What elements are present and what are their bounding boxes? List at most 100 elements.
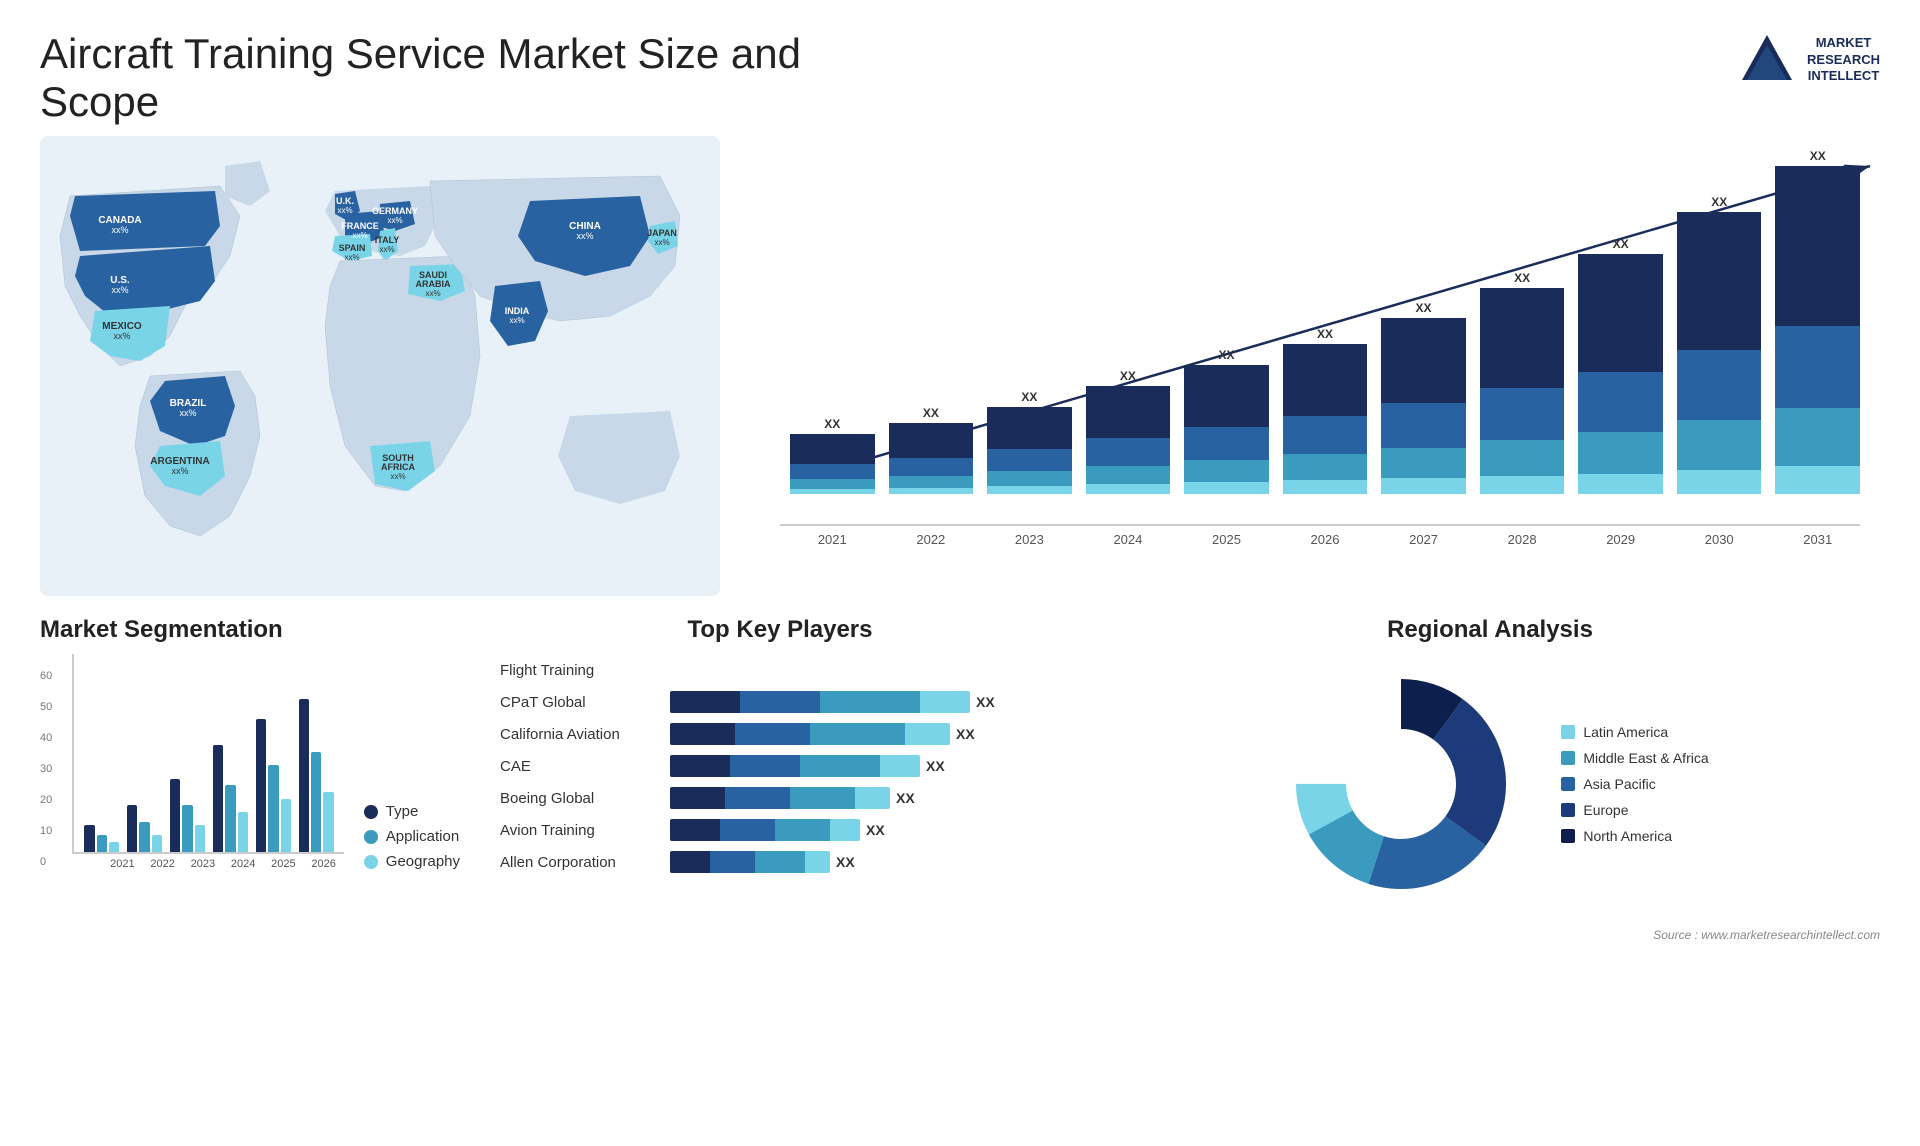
svg-text:AFRICA: AFRICA (381, 462, 415, 472)
app-dot (364, 830, 378, 844)
seg-group-2023 (170, 779, 205, 852)
year-label-2021: 2021 (790, 532, 875, 547)
svg-text:U.K.: U.K. (336, 196, 354, 206)
player-xx: XX (956, 726, 975, 742)
player-xx: XX (866, 822, 885, 838)
svg-text:xx%: xx% (390, 472, 405, 481)
svg-text:xx%: xx% (344, 253, 359, 262)
svg-text:xx%: xx% (387, 216, 402, 225)
legend-north-america: North America (1561, 828, 1708, 844)
segmentation-panel: Market Segmentation 60 50 40 30 20 10 0 (40, 616, 460, 914)
legend-europe: Europe (1561, 802, 1708, 818)
bar-group-2031: XX (1775, 149, 1860, 494)
bar-stack (790, 434, 875, 494)
seg-bars (72, 654, 344, 854)
year-label-2029: 2029 (1578, 532, 1663, 547)
player-bar-avion: XX (670, 819, 1060, 841)
year-label-2030: 2030 (1677, 532, 1762, 547)
regional-legend: Latin America Middle East & Africa Asia … (1561, 724, 1708, 844)
svg-text:xx%: xx% (113, 331, 130, 341)
regional-title: Regional Analysis (1100, 616, 1880, 644)
player-row-cpat: CPaT Global XX (500, 691, 1060, 713)
seg-group-2021 (84, 825, 119, 852)
donut-chart (1271, 654, 1531, 914)
svg-text:xx%: xx% (576, 231, 593, 241)
svg-text:FRANCE: FRANCE (341, 221, 379, 231)
year-label-2023: 2023 (987, 532, 1072, 547)
map-svg: CANADA xx% U.S. xx% MEXICO xx% BRAZIL xx… (40, 136, 720, 596)
player-bar-inner (670, 755, 920, 777)
seg-legend-type: Type (364, 803, 460, 820)
player-name-boeing: Boeing Global (500, 790, 660, 807)
top-section: CANADA xx% U.S. xx% MEXICO xx% BRAZIL xx… (0, 136, 1920, 596)
bar-group-2028: XX (1480, 271, 1565, 494)
svg-text:xx%: xx% (425, 289, 440, 298)
player-bar-wrap (670, 659, 1060, 681)
regional-panel: Regional Analysis (1100, 616, 1880, 914)
legend-latin: Latin America (1561, 724, 1708, 740)
mea-color (1561, 751, 1575, 765)
svg-text:xx%: xx% (509, 316, 524, 325)
geo-dot (364, 855, 378, 869)
seg-group-2026 (299, 699, 334, 852)
seg-bar-geo (109, 842, 119, 852)
player-bar-california: XX (670, 723, 1060, 745)
donut-hole (1347, 730, 1455, 838)
svg-text:JAPAN: JAPAN (647, 228, 677, 238)
players-panel: Top Key Players Flight Training CPaT Glo… (500, 616, 1060, 914)
regional-inner: Latin America Middle East & Africa Asia … (1100, 654, 1880, 914)
player-bar-allen: XX (670, 851, 1060, 873)
bar-group-2024: XX (1086, 369, 1171, 494)
svg-text:ARABIA: ARABIA (416, 279, 451, 289)
player-name-california: California Aviation (500, 726, 660, 743)
bar-year-labels: 2021 2022 2023 2024 2025 2026 2027 2028 … (780, 532, 1860, 547)
svg-text:xx%: xx% (654, 238, 669, 247)
europe-color (1561, 803, 1575, 817)
svg-text:SPAIN: SPAIN (339, 243, 366, 253)
latin-color (1561, 725, 1575, 739)
bar-group-2021: XX (790, 417, 875, 494)
seg-bar-app (97, 835, 107, 852)
asia-color (1561, 777, 1575, 791)
svg-text:xx%: xx% (179, 408, 196, 418)
seg-legend: Type Application Geography (364, 803, 460, 870)
players-title: Top Key Players (500, 616, 1060, 644)
donut-svg (1271, 654, 1531, 914)
type-dot (364, 805, 378, 819)
legend-mea: Middle East & Africa (1561, 750, 1708, 766)
player-bar-inner (670, 819, 860, 841)
bar-chart-container: XX XX XX (760, 136, 1880, 596)
player-name-cpat: CPaT Global (500, 694, 660, 711)
header: Aircraft Training Service Market Size an… (0, 0, 1920, 136)
seg-x-labels: 2021 2022 2023 2024 2025 2026 (72, 858, 344, 870)
svg-text:GERMANY: GERMANY (372, 206, 418, 216)
seg-legend-app: Application (364, 828, 460, 845)
bar-xx-label: XX (824, 417, 840, 431)
svg-text:ITALY: ITALY (375, 235, 400, 245)
player-bar-inner (670, 787, 890, 809)
player-bar-cpat: XX (670, 691, 1060, 713)
svg-text:xx%: xx% (379, 245, 394, 254)
source-text: Source : www.marketresearchintellect.com (1653, 928, 1880, 942)
bar-group-2030: XX (1677, 195, 1762, 494)
player-name: Flight Training (500, 662, 660, 679)
seg-y-axis: 60 50 40 30 20 10 0 (40, 670, 52, 870)
player-row-cae: CAE XX (500, 755, 1060, 777)
player-row-boeing: Boeing Global XX (500, 787, 1060, 809)
seg-bar-type (84, 825, 94, 852)
na-color (1561, 829, 1575, 843)
seg-group-2022 (127, 805, 162, 852)
year-label-2028: 2028 (1480, 532, 1565, 547)
world-map: CANADA xx% U.S. xx% MEXICO xx% BRAZIL xx… (40, 136, 720, 596)
bar-group-2027: XX (1381, 301, 1466, 494)
year-label-2027: 2027 (1381, 532, 1466, 547)
legend-asia: Asia Pacific (1561, 776, 1708, 792)
player-name-avion: Avion Training (500, 822, 660, 839)
seg-group-2025 (256, 719, 291, 852)
bar-group-2029: XX (1578, 237, 1663, 494)
player-xx: XX (976, 694, 995, 710)
bar-chart-bars: XX XX XX (780, 146, 1860, 526)
player-row-flight-training: Flight Training (500, 659, 1060, 681)
svg-text:xx%: xx% (352, 231, 367, 240)
logo-icon (1737, 30, 1797, 90)
